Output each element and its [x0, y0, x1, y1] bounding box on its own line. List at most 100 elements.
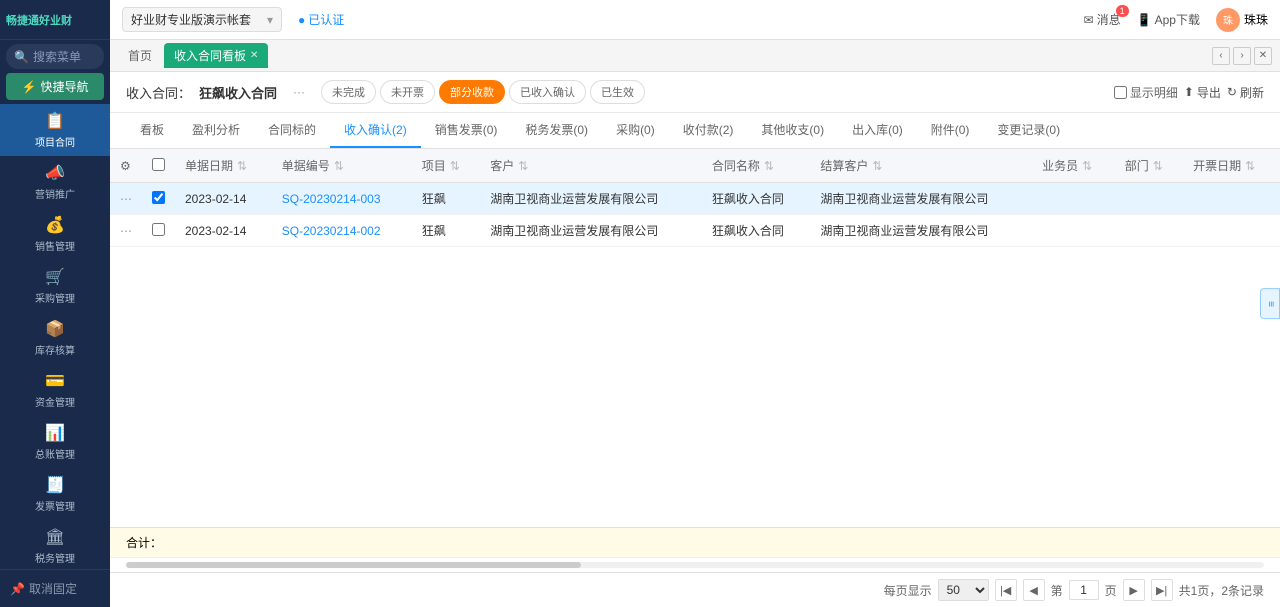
tab-出入库[interactable]: 出入库(0) — [838, 113, 917, 148]
sidebar-item-销售管理[interactable]: 💰 销售管理 — [0, 208, 110, 260]
close-tab-button[interactable]: ✕ — [250, 50, 258, 61]
row-no-link-0[interactable]: SQ-20230214-003 — [282, 192, 381, 206]
more-options-button[interactable]: ··· — [293, 85, 305, 99]
quick-nav-area: ⚡ 快捷导航 — [0, 69, 110, 104]
sort-icon-date[interactable]: ⇅ — [237, 159, 247, 173]
row-settings-1[interactable]: ⋯ — [110, 215, 142, 247]
sidebar-item-发票管理[interactable]: 🧾 发票管理 — [0, 468, 110, 520]
sidebar-item-项目合同[interactable]: 📋 项目合同 — [0, 104, 110, 156]
prev-page-button[interactable]: ◀ — [1023, 579, 1045, 601]
quick-nav-button[interactable]: ⚡ 快捷导航 — [6, 73, 104, 100]
sort-icon-settle[interactable]: ⇅ — [872, 159, 882, 173]
verified-badge: ● 已认证 — [298, 11, 344, 28]
search-icon: 🔍 — [14, 50, 29, 64]
sidebar-item-资金管理[interactable]: 💳 资金管理 — [0, 364, 110, 416]
row-checkbox-cell-1[interactable] — [142, 215, 175, 247]
row-project-1: 狂飙 — [412, 215, 480, 247]
sidebar-label-4: 库存核算 — [35, 342, 75, 357]
sort-icon-no[interactable]: ⇅ — [334, 159, 344, 173]
status-btn-3[interactable]: 已收入确认 — [509, 80, 586, 104]
col-header-date: 单据日期⇅ — [175, 149, 272, 183]
col-header-dept: 部门⇅ — [1115, 149, 1183, 183]
tab-税务发票[interactable]: 税务发票(0) — [511, 113, 602, 148]
row-checkbox-cell-0[interactable] — [142, 183, 175, 215]
row-checkbox-1[interactable] — [152, 223, 165, 236]
tab-home[interactable]: 首页 — [118, 43, 162, 68]
per-page-select[interactable]: 2050100 — [938, 579, 989, 601]
message-button[interactable]: ✉ 1 消息 — [1084, 11, 1121, 28]
table-container[interactable]: ⚙单据日期⇅单据编号⇅项目⇅客户⇅合同名称⇅结算客户⇅业务员⇅部门⇅开票日期⇅ … — [110, 149, 1280, 527]
row-customer-0: 湖南卫视商业运营发展有限公司 — [480, 183, 702, 215]
settings-icon[interactable]: ⚙ — [120, 159, 131, 173]
sidebar-label-0: 项目合同 — [35, 134, 75, 149]
sort-icon-dept[interactable]: ⇅ — [1153, 159, 1163, 173]
status-btn-4[interactable]: 已生效 — [590, 80, 645, 104]
sidebar-item-营销推广[interactable]: 📣 营销推广 — [0, 156, 110, 208]
table-row[interactable]: ⋯2023-02-14SQ-20230214-003狂飙湖南卫视商业运营发展有限… — [110, 183, 1280, 215]
tab-nav-controls: ‹ › ✕ — [1212, 47, 1272, 65]
right-panel-toggle[interactable]: ≡ — [1260, 288, 1280, 320]
pin-icon: 📌 — [10, 582, 25, 596]
row-settings-0[interactable]: ⋯ — [110, 183, 142, 215]
side-panel-icon[interactable]: ≡ — [1260, 288, 1280, 320]
scrollbar-thumb[interactable] — [126, 562, 581, 568]
col-header-cb — [142, 149, 175, 183]
tab-收付款[interactable]: 收付款(2) — [669, 113, 748, 148]
download-icon: 📱 — [1137, 13, 1152, 27]
tab-销售发票[interactable]: 销售发票(0) — [421, 113, 512, 148]
tab-收入确认[interactable]: 收入确认(2) — [330, 113, 421, 148]
tab-附件[interactable]: 附件(0) — [917, 113, 984, 148]
status-btn-2[interactable]: 部分收款 — [439, 80, 505, 104]
sidebar-item-税务管理[interactable]: 🏛 税务管理 — [0, 520, 110, 569]
tab-合同标的[interactable]: 合同标的 — [254, 113, 330, 148]
user-menu[interactable]: 珠 珠珠 — [1216, 8, 1268, 32]
unpin-button[interactable]: 📌 取消固定 — [6, 576, 104, 601]
sort-icon-customer[interactable]: ⇅ — [518, 159, 528, 173]
last-page-button[interactable]: ▶| — [1151, 579, 1173, 601]
row-date-1: 2023-02-14 — [175, 215, 272, 247]
show-detail-toggle[interactable]: 显示明细 — [1114, 84, 1178, 101]
sort-icon-opendate[interactable]: ⇅ — [1245, 159, 1255, 173]
refresh-button[interactable]: ↻ 刷新 — [1227, 84, 1264, 101]
tab-盈利分析[interactable]: 盈利分析 — [178, 113, 254, 148]
scrollbar-track[interactable] — [126, 562, 1264, 568]
sidebar-item-总账管理[interactable]: 📊 总账管理 — [0, 416, 110, 468]
sidebar-label-2: 销售管理 — [35, 238, 75, 253]
tab-contract-board[interactable]: 收入合同看板 ✕ — [164, 43, 268, 68]
sort-icon-staff[interactable]: ⇅ — [1082, 159, 1092, 173]
topbar-right: ✉ 1 消息 📱 App下载 珠 珠珠 — [1084, 8, 1268, 32]
company-selector[interactable]: 好业财专业版演示帐套 ▾ — [122, 7, 282, 32]
user-avatar: 珠 — [1216, 8, 1240, 32]
row-checkbox-0[interactable] — [152, 191, 165, 204]
content-area: 收入合同： 狂飙收入合同 ··· 未完成未开票部分收款已收入确认已生效 显示明细… — [110, 72, 1280, 607]
tab-采购[interactable]: 采购(0) — [602, 113, 669, 148]
status-btn-0[interactable]: 未完成 — [321, 80, 376, 104]
tab-next-button[interactable]: › — [1233, 47, 1251, 65]
tab-变更记录[interactable]: 变更记录(0) — [983, 113, 1074, 148]
row-opendate-1 — [1183, 215, 1280, 247]
sidebar-icon-8: 🏛 — [45, 527, 65, 547]
tab-其他收支[interactable]: 其他收支(0) — [747, 113, 838, 148]
col-header-opendate: 开票日期⇅ — [1183, 149, 1280, 183]
row-customer-1: 湖南卫视商业运营发展有限公司 — [480, 215, 702, 247]
search-menu-button[interactable]: 🔍 搜索菜单 — [6, 44, 104, 69]
table-row[interactable]: ⋯ 2023-02-14 SQ-20230214-002 狂飙湖南卫视商业运营发展有限… — [110, 215, 1280, 247]
sort-icon-contract[interactable]: ⇅ — [764, 159, 774, 173]
app-download-button[interactable]: 📱 App下载 — [1137, 11, 1200, 28]
sort-icon-project[interactable]: ⇅ — [450, 159, 460, 173]
row-no-link-1[interactable]: SQ-20230214-002 — [282, 224, 381, 238]
tab-close-all-button[interactable]: ✕ — [1254, 47, 1272, 65]
tab-prev-button[interactable]: ‹ — [1212, 47, 1230, 65]
show-detail-checkbox[interactable] — [1114, 86, 1127, 99]
first-page-button[interactable]: |◀ — [995, 579, 1017, 601]
export-button[interactable]: ⬆ 导出 — [1184, 84, 1221, 101]
row-contract-1: 狂飙收入合同 — [702, 215, 810, 247]
sidebar-icon-4: 📦 — [45, 319, 65, 339]
select-all-checkbox[interactable] — [152, 158, 165, 171]
sidebar-item-采购管理[interactable]: 🛒 采购管理 — [0, 260, 110, 312]
col-header-customer: 客户⇅ — [480, 149, 702, 183]
next-page-button[interactable]: ▶ — [1123, 579, 1145, 601]
tab-看板[interactable]: 看板 — [126, 113, 178, 148]
sidebar-item-库存核算[interactable]: 📦 库存核算 — [0, 312, 110, 364]
status-btn-1[interactable]: 未开票 — [380, 80, 435, 104]
